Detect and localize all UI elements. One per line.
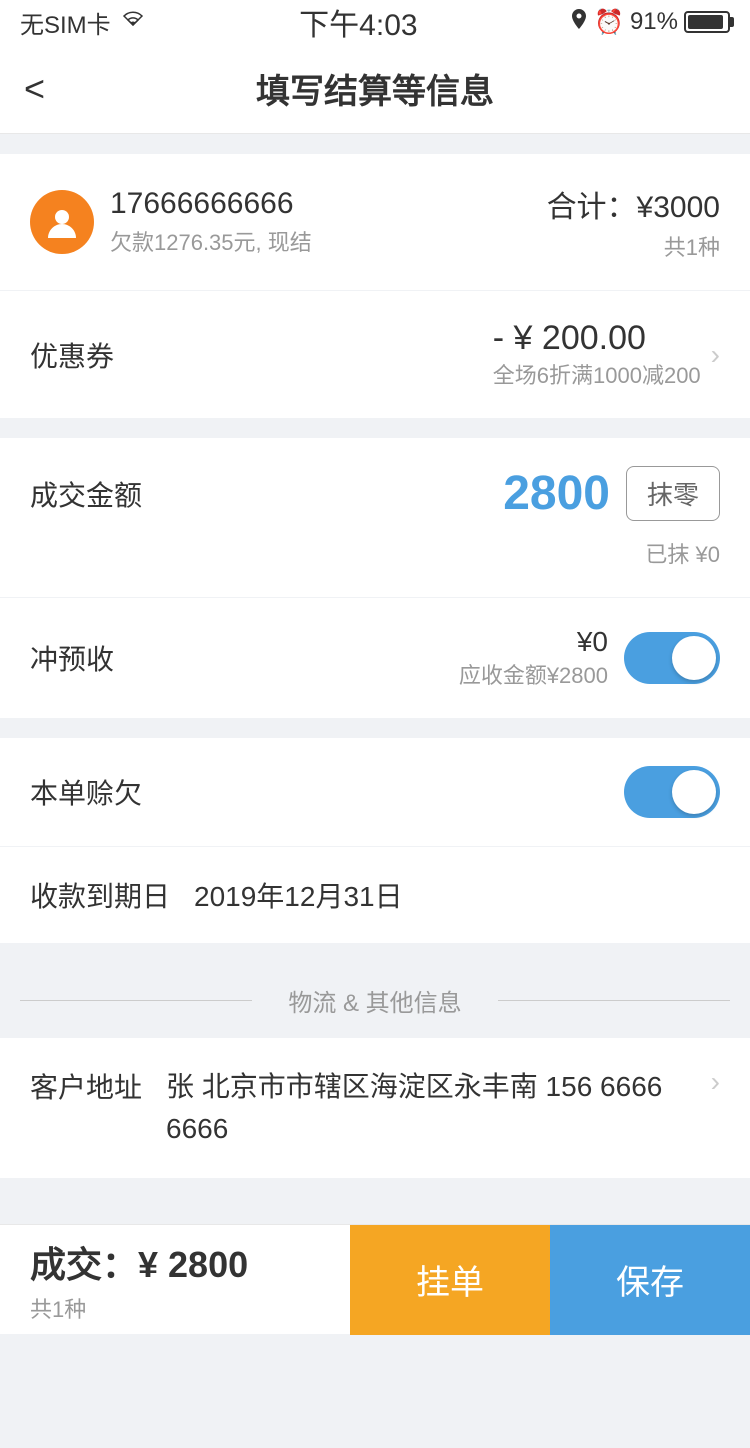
bottom-placeholder — [0, 1338, 750, 1448]
amount-value: 2800 — [503, 466, 610, 521]
coupon-sub: 全场6折满1000减200 — [493, 358, 701, 390]
prepay-toggle[interactable] — [624, 632, 720, 684]
address-row: 客户地址 张 北京市市辖区海淀区永丰南 156 6666 6666 › — [30, 1066, 720, 1150]
amount-section: 成交金额 2800 抹零 已抹 ¥0 — [0, 438, 750, 597]
round-button[interactable]: 抹零 — [626, 466, 720, 521]
bottom-amount-label: 成交： — [30, 1244, 138, 1285]
divider-line-left — [20, 1000, 252, 1001]
toggle-knob — [672, 636, 716, 680]
divider-2 — [0, 418, 750, 438]
debt-toggle-knob — [672, 770, 716, 814]
back-button[interactable]: < — [24, 68, 45, 110]
amount-label: 成交金额 — [30, 474, 142, 514]
page-title: 填写结算等信息 — [256, 64, 494, 113]
bottom-bar: 成交：¥ 2800 共1种 挂单 保存 — [0, 1224, 750, 1334]
battery-icon — [684, 11, 730, 33]
bottom-amount-value: ¥ 2800 — [138, 1244, 248, 1285]
pending-button[interactable]: 挂单 — [350, 1225, 550, 1335]
address-section[interactable]: 客户地址 张 北京市市辖区海淀区永丰南 156 6666 6666 › — [0, 1038, 750, 1178]
amount-sub: 已抹 ¥0 — [30, 537, 720, 569]
amount-sub-text: 已抹 ¥0 — [645, 542, 720, 567]
logistics-divider: 物流 & 其他信息 — [0, 963, 750, 1038]
duedate-section: 收款到期日 2019年12月31日 — [0, 846, 750, 943]
divider-4 — [0, 943, 750, 963]
customer-left: 17666666666 欠款1276.35元, 现结 — [30, 187, 312, 257]
divider-top — [0, 134, 750, 154]
bottom-info: 成交：¥ 2800 共1种 — [0, 1236, 350, 1324]
divider-3 — [0, 718, 750, 738]
avatar — [30, 190, 94, 254]
total-price: 合计：¥3000 — [547, 182, 720, 226]
customer-right: 合计：¥3000 共1种 — [547, 182, 720, 262]
prepay-value-block: ¥0 应收金额¥2800 — [459, 626, 608, 690]
duedate-row: 收款到期日 2019年12月31日 — [30, 875, 720, 915]
total-count: 共1种 — [547, 230, 720, 262]
debt-toggle[interactable] — [624, 766, 720, 818]
prepay-right: ¥0 应收金额¥2800 — [459, 626, 720, 690]
status-bar: 无SIM卡 下午4:03 ⏰ 91% — [0, 0, 750, 44]
coupon-discount: - ¥ 200.00 — [493, 319, 701, 358]
coupon-label: 优惠券 — [30, 335, 114, 375]
status-time: 下午4:03 — [299, 0, 417, 44]
customer-info: 17666666666 欠款1276.35元, 现结 — [110, 187, 312, 257]
duedate-label: 收款到期日 — [30, 875, 170, 915]
coupon-value-block: - ¥ 200.00 全场6折满1000减200 — [493, 319, 701, 390]
battery-percentage: 91% — [630, 8, 678, 36]
prepay-section: 冲预收 ¥0 应收金额¥2800 — [0, 597, 750, 718]
prepay-row: 冲预收 ¥0 应收金额¥2800 — [30, 626, 720, 690]
alarm-icon: ⏰ — [594, 8, 624, 37]
customer-section: 17666666666 欠款1276.35元, 现结 合计：¥3000 共1种 — [0, 154, 750, 290]
debt-section: 本单赊欠 — [0, 738, 750, 846]
status-left: 无SIM卡 — [20, 5, 147, 40]
customer-row: 17666666666 欠款1276.35元, 现结 合计：¥3000 共1种 — [30, 182, 720, 262]
address-value: 张 北京市市辖区海淀区永丰南 156 6666 6666 — [166, 1066, 695, 1150]
debt-row: 本单赊欠 — [30, 766, 720, 818]
save-button[interactable]: 保存 — [550, 1225, 750, 1335]
address-chevron-icon: › — [711, 1066, 720, 1098]
prepay-label: 冲预收 — [30, 638, 114, 678]
address-label: 客户地址 — [30, 1066, 150, 1106]
prepay-value: ¥0 — [459, 626, 608, 658]
coupon-right: - ¥ 200.00 全场6折满1000减200 › — [493, 319, 720, 390]
prepay-sub: 应收金额¥2800 — [459, 658, 608, 690]
location-icon — [570, 8, 588, 37]
nav-header: < 填写结算等信息 — [0, 44, 750, 134]
customer-sub: 欠款1276.35元, 现结 — [110, 225, 312, 257]
logistics-text: 物流 & 其他信息 — [288, 983, 461, 1018]
amount-right: 2800 抹零 — [503, 466, 720, 521]
duedate-value: 2019年12月31日 — [194, 875, 403, 915]
amount-row: 成交金额 2800 抹零 — [30, 466, 720, 521]
coupon-section[interactable]: 优惠券 - ¥ 200.00 全场6折满1000减200 › — [0, 291, 750, 418]
bottom-amount: 成交：¥ 2800 — [30, 1236, 320, 1288]
chevron-right-icon: › — [711, 339, 720, 371]
status-right: ⏰ 91% — [570, 8, 730, 37]
carrier-text: 无SIM卡 — [20, 5, 111, 40]
wifi-icon — [119, 8, 147, 36]
customer-phone: 17666666666 — [110, 187, 312, 221]
battery-fill — [688, 15, 723, 29]
debt-label: 本单赊欠 — [30, 772, 142, 812]
bottom-count: 共1种 — [30, 1292, 320, 1324]
divider-line-right — [498, 1000, 730, 1001]
